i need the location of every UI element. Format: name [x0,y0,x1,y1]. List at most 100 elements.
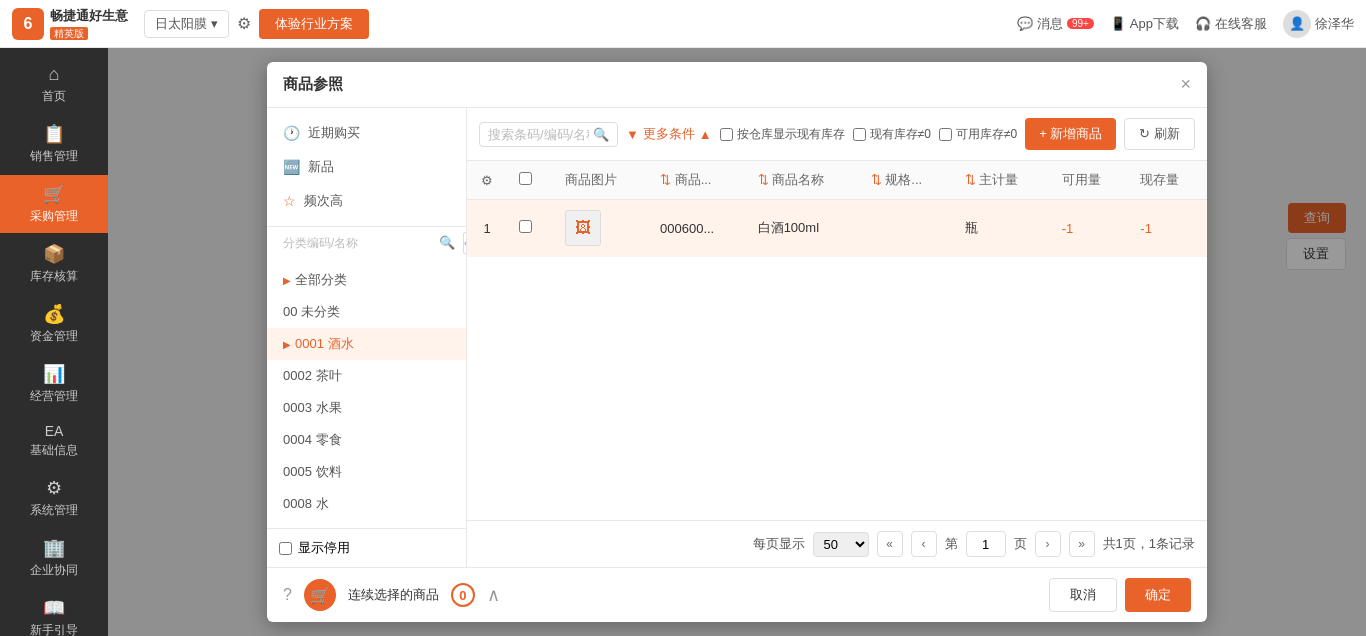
gear-icon[interactable]: ⚙ [237,14,251,33]
filter-check1: 按仓库显示现有库存 [720,126,845,143]
add-product-button[interactable]: + 新增商品 [1025,118,1116,150]
category-0008[interactable]: 0008 水 [267,488,466,520]
sidebar-item-operations[interactable]: 📊 经营管理 [0,355,108,413]
sidebar-item-guide[interactable]: 📖 新手引导 [0,589,108,636]
last-page-button[interactable]: » [1069,531,1095,557]
col-code[interactable]: ⇅ 商品... [648,161,746,200]
page-suffix: 页 [1014,535,1027,553]
help-icon[interactable]: ? [283,586,292,604]
filter-more-button[interactable]: ▼ 更多条件 ▲ [626,125,712,143]
category-all[interactable]: ▶ 全部分类 [267,264,466,296]
new-products-tab[interactable]: 🆕 新品 [267,150,466,184]
page-number-input[interactable] [966,531,1006,557]
sort-icon: ⇅ [871,172,882,187]
expand-icon[interactable]: ∧ [487,584,500,606]
next-page-button[interactable]: › [1035,531,1061,557]
close-icon[interactable]: × [1180,74,1191,95]
category-search-input[interactable] [283,236,433,250]
col-spec[interactable]: ⇅ 规格... [859,161,953,200]
refresh-button[interactable]: ↻ 刷新 [1124,118,1195,150]
col-unit[interactable]: ⇅ 主计量 [953,161,1050,200]
sidebar-item-home[interactable]: ⌂ 首页 [0,56,108,113]
continuous-select-label: 连续选择的商品 [348,586,439,604]
sidebar-item-label: 系统管理 [30,502,78,519]
cart-count: 0 [451,583,475,607]
app-download-nav-item[interactable]: 📱 App下载 [1110,15,1179,33]
pagination-bar: 每页显示 50 20 100 « ‹ 第 页 › [467,520,1207,567]
search-icon: 🔍 [439,235,455,250]
sidebar-item-inventory[interactable]: 📦 库存核算 [0,235,108,293]
logo-text: 畅捷通好生意 精英版 [50,7,128,41]
confirm-button[interactable]: 确定 [1125,578,1191,612]
sidebar-item-label: 采购管理 [30,208,78,225]
sidebar-item-finance[interactable]: 💰 资金管理 [0,295,108,353]
category-0005[interactable]: 0005 饮料 [267,456,466,488]
category-00[interactable]: 00 未分类 [267,296,466,328]
sidebar-item-label: 库存核算 [30,268,78,285]
top-nav: 6 畅捷通好生意 精英版 日太阳膜 ▾ ⚙ 体验行业方案 💬 消息 99+ 📱 … [0,0,1366,48]
sort-icon: ⇅ [660,172,671,187]
col-config[interactable]: ⚙ [467,161,507,200]
category-0003[interactable]: 0003 水果 [267,392,466,424]
product-search-input[interactable] [488,127,589,142]
trial-button[interactable]: 体验行业方案 [259,9,369,39]
cell-stock: -1 [1128,200,1207,257]
per-page-label: 每页显示 [753,535,805,553]
sidebar-item-purchase[interactable]: 🛒 采购管理 [0,175,108,233]
category-0010[interactable]: 0010 家电 [267,520,466,528]
chevron-down-icon: ▾ [211,16,218,31]
logo-area: 6 畅捷通好生意 精英版 [12,7,128,41]
category-0001[interactable]: ▶ 0001 酒水 [267,328,466,360]
select-all-checkbox[interactable] [519,172,532,185]
filter-actions: + 新增商品 ↻ 刷新 [1025,118,1195,150]
product-thumbnail: 🖼 [565,210,601,246]
sidebar-item-basics[interactable]: EA 基础信息 [0,415,108,467]
left-panel-tabs: 🕐 近期购买 🆕 新品 ☆ 频次高 [267,108,466,227]
left-panel: 🕐 近期购买 🆕 新品 ☆ 频次高 [267,108,467,567]
sidebar-item-label: 首页 [42,88,66,105]
modal-title: 商品参照 [283,75,343,94]
message-nav-item[interactable]: 💬 消息 99+ [1017,15,1094,33]
arrow-icon: ▶ [283,275,291,286]
per-page-select[interactable]: 50 20 100 [813,532,869,557]
cart-icon[interactable]: 🛒 [304,579,336,611]
recent-tab[interactable]: 🕐 近期购买 [267,116,466,150]
frequent-tab[interactable]: ☆ 频次高 [267,184,466,218]
col-name[interactable]: ⇅ 商品名称 [746,161,859,200]
online-service-nav-item[interactable]: 🎧 在线客服 [1195,15,1267,33]
sidebar-item-system[interactable]: ⚙ 系统管理 [0,469,108,527]
table-row[interactable]: 1 🖼 [467,200,1207,257]
category-search[interactable]: 🔍 [275,231,463,254]
first-page-button[interactable]: « [877,531,903,557]
warehouse-stock-checkbox[interactable] [720,128,733,141]
system-icon: ⚙ [46,477,62,499]
user-profile[interactable]: 👤 徐泽华 [1283,10,1354,38]
category-0002[interactable]: 0002 茶叶 [267,360,466,392]
sidebar-item-enterprise[interactable]: 🏢 企业协同 [0,529,108,587]
nav-selector[interactable]: 日太阳膜 ▾ [144,10,229,38]
arrow-icon: ▶ [283,339,291,350]
modal-overlay: 商品参照 × 🕐 近期购买 🆕 [108,48,1366,636]
modal-header: 商品参照 × [267,62,1207,108]
available-nonzero-checkbox[interactable] [939,128,952,141]
show-disabled-label: 显示停用 [298,539,350,557]
home-icon: ⌂ [49,64,60,85]
cancel-button[interactable]: 取消 [1049,578,1117,612]
sales-icon: 📋 [43,123,65,145]
operations-icon: 📊 [43,363,65,385]
modal-body: 🕐 近期购买 🆕 新品 ☆ 频次高 [267,108,1207,567]
prev-page-button[interactable]: ‹ [911,531,937,557]
sort-icon: ⇅ [965,172,976,187]
category-0004[interactable]: 0004 零食 [267,424,466,456]
sidebar-item-sales[interactable]: 📋 销售管理 [0,115,108,173]
chevron-up-icon: ▲ [699,127,712,142]
nonzero-stock-checkbox[interactable] [853,128,866,141]
search-icon: 🔍 [593,127,609,142]
cell-check[interactable] [507,200,553,257]
col-check[interactable] [507,161,553,200]
col-image: 商品图片 [553,161,648,200]
product-reference-modal: 商品参照 × 🕐 近期购买 🆕 [267,62,1207,622]
show-disabled-checkbox[interactable] [279,542,292,555]
product-search-box[interactable]: 🔍 [479,122,618,147]
row-checkbox[interactable] [519,220,532,233]
